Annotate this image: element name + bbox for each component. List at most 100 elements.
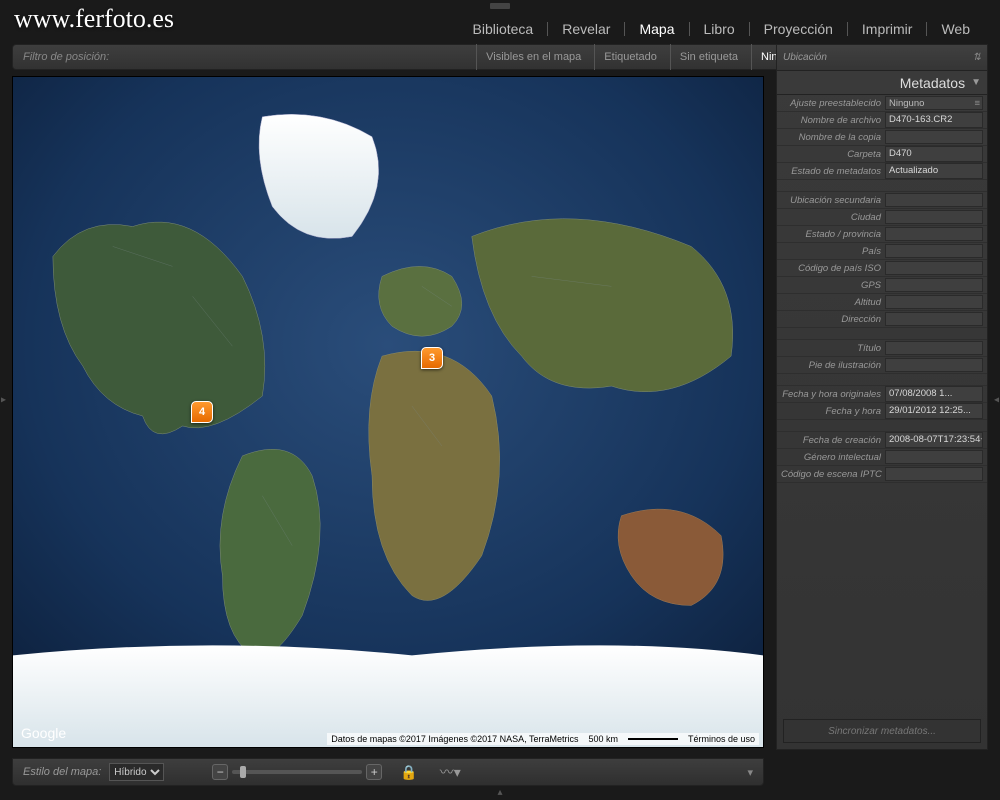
zoom-control: − + xyxy=(212,764,382,780)
metadata-value[interactable]: 29/01/2012 12:25... xyxy=(885,403,983,419)
metadata-row: Ciudad xyxy=(777,209,987,226)
map-pin[interactable]: 4 xyxy=(191,401,213,423)
sort-arrows-icon: ⇅ xyxy=(973,52,981,63)
module-libro[interactable]: Libro xyxy=(690,22,750,36)
metadata-row: Dirección xyxy=(777,311,987,328)
module-mapa[interactable]: Mapa xyxy=(625,22,689,36)
metadata-label: Nombre de archivo xyxy=(781,115,885,126)
tracklog-icon[interactable]: 〰▾ xyxy=(440,762,461,782)
metadata-value[interactable] xyxy=(885,210,983,224)
metadata-row: Altitud xyxy=(777,294,987,311)
metadata-row: Ubicación secundaria xyxy=(777,192,987,209)
zoom-out-button[interactable]: − xyxy=(212,764,228,780)
metadata-label: Fecha de creación xyxy=(781,435,885,446)
map-attribution: Datos de mapas ©2017 Imágenes ©2017 NASA… xyxy=(327,733,759,745)
metadata-label: Pie de ilustración xyxy=(781,360,885,371)
metadata-label: Fecha y hora originales xyxy=(781,389,885,400)
metadata-row: Pie de ilustración xyxy=(777,357,987,374)
lock-icon[interactable]: 🔒 xyxy=(400,764,417,781)
metadata-label: Código de escena IPTC xyxy=(781,469,885,480)
zoom-in-button[interactable]: + xyxy=(366,764,382,780)
metadata-label: Nombre de la copia xyxy=(781,132,885,143)
metadata-row: Género intelectual xyxy=(777,449,987,466)
metadata-row: Estado / provincia xyxy=(777,226,987,243)
metadata-row: Nombre de la copia xyxy=(777,129,987,146)
metadata-label: GPS xyxy=(781,280,885,291)
metadata-label: Carpeta xyxy=(781,149,885,160)
sync-metadata-button[interactable]: Sincronizar metadatos... xyxy=(783,719,981,743)
metadata-value[interactable]: Actualizado xyxy=(885,163,983,179)
toolbar-chevron-icon[interactable]: ▾ xyxy=(747,766,753,779)
metadata-row: Fecha y hora29/01/2012 12:25... xyxy=(777,403,987,420)
metadata-value[interactable] xyxy=(885,341,983,355)
scale-label: 500 km xyxy=(588,734,618,744)
zoom-slider[interactable] xyxy=(232,770,362,774)
map-style-label: Estilo del mapa: xyxy=(23,766,101,778)
module-picker: BibliotecaRevelarMapaLibroProyecciónImpr… xyxy=(443,0,1000,44)
filter-label: Filtro de posición: xyxy=(13,51,109,63)
metadata-value[interactable]: 2008-08-07T17:23:54+02:00 xyxy=(885,432,983,448)
metadata-value[interactable] xyxy=(885,193,983,207)
map-pin[interactable]: 3 xyxy=(421,347,443,369)
watermark: www.ferfoto.es xyxy=(14,4,174,34)
metadata-label: Código de país ISO xyxy=(781,263,885,274)
map-toolbar: Estilo del mapa: Híbrido − + 🔒 〰▾ ▾ xyxy=(12,758,764,786)
metadata-row: GPS xyxy=(777,277,987,294)
preset-row: Ajuste preestablecido Ninguno xyxy=(777,95,987,112)
chevron-down-icon: ▼ xyxy=(971,77,981,88)
metadata-row: País xyxy=(777,243,987,260)
terms-link[interactable]: Términos de uso xyxy=(688,734,755,744)
metadata-row: Código de país ISO xyxy=(777,260,987,277)
metadata-value[interactable] xyxy=(885,450,983,464)
module-proyección[interactable]: Proyección xyxy=(750,22,848,36)
metadata-label: Ciudad xyxy=(781,212,885,223)
metadata-label: Género intelectual xyxy=(781,452,885,463)
left-panel-grip[interactable]: ▸ xyxy=(1,395,6,406)
metadata-row: Código de escena IPTC xyxy=(777,466,987,483)
metadata-value[interactable]: 07/08/2008 1... xyxy=(885,386,983,402)
map-viewport[interactable]: Google Datos de mapas ©2017 Imágenes ©20… xyxy=(12,76,764,748)
metadata-header[interactable]: Metadatos▼ xyxy=(777,71,987,95)
metadata-value[interactable] xyxy=(885,227,983,241)
metadata-row: Estado de metadatosActualizado xyxy=(777,163,987,180)
metadata-value[interactable] xyxy=(885,130,983,144)
metadata-label: Altitud xyxy=(781,297,885,308)
google-logo: Google xyxy=(21,725,66,741)
metadata-label: Estado de metadatos xyxy=(781,166,885,177)
module-web[interactable]: Web xyxy=(927,22,984,36)
metadata-row: Nombre de archivoD470-163.CR2 xyxy=(777,112,987,129)
module-imprimir[interactable]: Imprimir xyxy=(848,22,928,36)
filter-sin-etiqueta[interactable]: Sin etiqueta xyxy=(670,44,747,70)
metadata-value[interactable] xyxy=(885,467,983,481)
metadata-value[interactable] xyxy=(885,358,983,372)
metadata-value[interactable] xyxy=(885,278,983,292)
metadata-label: Ubicación secundaria xyxy=(781,195,885,206)
right-panel-grip[interactable]: ◂ xyxy=(994,395,999,406)
metadata-value[interactable]: D470 xyxy=(885,146,983,162)
metadata-value[interactable] xyxy=(885,312,983,326)
metadata-value[interactable] xyxy=(885,261,983,275)
metadata-label: Fecha y hora xyxy=(781,406,885,417)
world-map[interactable] xyxy=(13,77,763,747)
filmstrip-grip[interactable]: ▴ xyxy=(497,787,502,798)
map-style-select[interactable]: Híbrido xyxy=(109,763,164,781)
filter-etiquetado[interactable]: Etiquetado xyxy=(594,44,666,70)
metadata-value[interactable]: D470-163.CR2 xyxy=(885,112,983,128)
metadata-label: Estado / provincia xyxy=(781,229,885,240)
metadata-row: Fecha y hora originales07/08/2008 1... xyxy=(777,386,987,403)
module-biblioteca[interactable]: Biblioteca xyxy=(459,22,549,36)
metadata-row: CarpetaD470 xyxy=(777,146,987,163)
metadata-row: Título xyxy=(777,340,987,357)
metadata-value[interactable] xyxy=(885,295,983,309)
preset-dropdown[interactable]: Ninguno xyxy=(885,96,983,110)
location-dropdown[interactable]: Ubicación ⇅ xyxy=(777,45,987,71)
metadata-label: Título xyxy=(781,343,885,354)
metadata-row: Fecha de creación2008-08-07T17:23:54+02:… xyxy=(777,432,987,449)
metadata-panel: Ubicación ⇅ Metadatos▼ Ajuste preestable… xyxy=(776,44,988,750)
module-revelar[interactable]: Revelar xyxy=(548,22,625,36)
metadata-value[interactable] xyxy=(885,244,983,258)
scale-bar xyxy=(628,738,678,740)
metadata-label: Dirección xyxy=(781,314,885,325)
metadata-label: País xyxy=(781,246,885,257)
filter-visibles-en-el-mapa[interactable]: Visibles en el mapa xyxy=(476,44,590,70)
